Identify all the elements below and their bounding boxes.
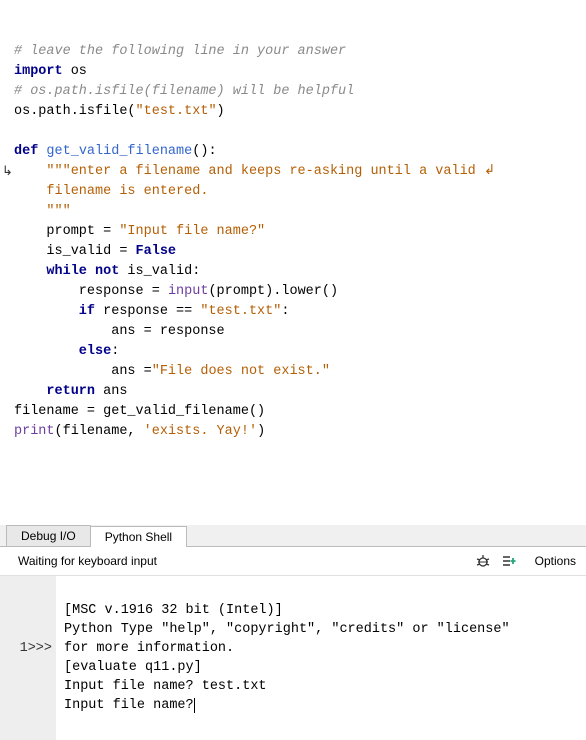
code-text: response ==	[95, 304, 200, 319]
console-status-bar: Waiting for keyboard input Options	[0, 547, 586, 576]
console-line: Input file name? test.txt	[64, 679, 267, 694]
console-input-line[interactable]: Input file name?	[64, 698, 194, 713]
code-text: os.path.isfile(	[14, 104, 136, 119]
status-text: Waiting for keyboard input	[18, 554, 157, 568]
code-text: :	[281, 304, 289, 319]
code-comment: # os.path.isfile(filename) will be helpf…	[14, 84, 354, 99]
console-gutter: 1>>>	[0, 576, 56, 740]
code-text: )	[217, 104, 225, 119]
code-text: ans	[95, 384, 127, 399]
code-text: (prompt).lower()	[208, 284, 338, 299]
code-string: "Input file name?"	[119, 224, 265, 239]
wrap-indicator-icon: ↳	[2, 162, 13, 182]
list-add-icon[interactable]	[501, 553, 517, 569]
console-line: for more information.	[64, 641, 234, 656]
options-link[interactable]: Options	[535, 554, 576, 568]
code-builtin: print	[14, 424, 55, 439]
bug-icon[interactable]	[475, 553, 491, 569]
code-funcname: get_valid_filename	[38, 144, 192, 159]
code-keyword: not	[87, 264, 119, 279]
console-prompt: 1>>>	[2, 639, 52, 658]
code-text: prompt =	[14, 224, 119, 239]
code-keyword: return	[14, 384, 95, 399]
code-docstring: """	[14, 204, 71, 219]
code-keyword: while	[14, 264, 87, 279]
console-line: [evaluate q11.py]	[64, 660, 202, 675]
code-keyword: False	[136, 244, 177, 259]
code-comment: # leave the following line in your answe…	[14, 44, 346, 59]
code-text: :	[111, 344, 119, 359]
code-docstring: """enter a filename and keeps re-asking …	[14, 164, 495, 179]
code-keyword: else	[14, 344, 111, 359]
code-text: ans =	[14, 364, 152, 379]
console-tabbar: Debug I/O Python Shell	[0, 525, 586, 547]
code-keyword: def	[14, 144, 38, 159]
code-string: "test.txt"	[200, 304, 281, 319]
code-builtin: input	[168, 284, 209, 299]
tab-python-shell[interactable]: Python Shell	[90, 526, 187, 547]
code-module: os	[63, 64, 87, 79]
text-cursor	[194, 698, 195, 713]
code-text: is_valid:	[119, 264, 200, 279]
tab-debug-io[interactable]: Debug I/O	[6, 525, 91, 546]
console-line: Python Type "help", "copyright", "credit…	[64, 622, 510, 637]
code-string: 'exists. Yay!'	[144, 424, 257, 439]
code-text: (filename,	[55, 424, 144, 439]
code-text: ans = response	[14, 324, 225, 339]
code-string: "File does not exist."	[152, 364, 330, 379]
console-line: [MSC v.1916 32 bit (Intel)]	[64, 603, 283, 618]
code-text: is_valid =	[14, 244, 136, 259]
code-docstring: filename is entered.	[14, 184, 208, 199]
code-text: filename = get_valid_filename()	[14, 404, 265, 419]
code-text: )	[257, 424, 265, 439]
console-body[interactable]: 1>>> [MSC v.1916 32 bit (Intel)] Python …	[0, 576, 586, 740]
code-keyword: import	[14, 64, 63, 79]
code-editor[interactable]: ↳ # leave the following line in your ans…	[0, 0, 586, 525]
console-output[interactable]: [MSC v.1916 32 bit (Intel)] Python Type …	[56, 576, 510, 740]
code-keyword: if	[14, 304, 95, 319]
code-text: ():	[192, 144, 216, 159]
code-string: "test.txt"	[136, 104, 217, 119]
code-text: response =	[14, 284, 168, 299]
